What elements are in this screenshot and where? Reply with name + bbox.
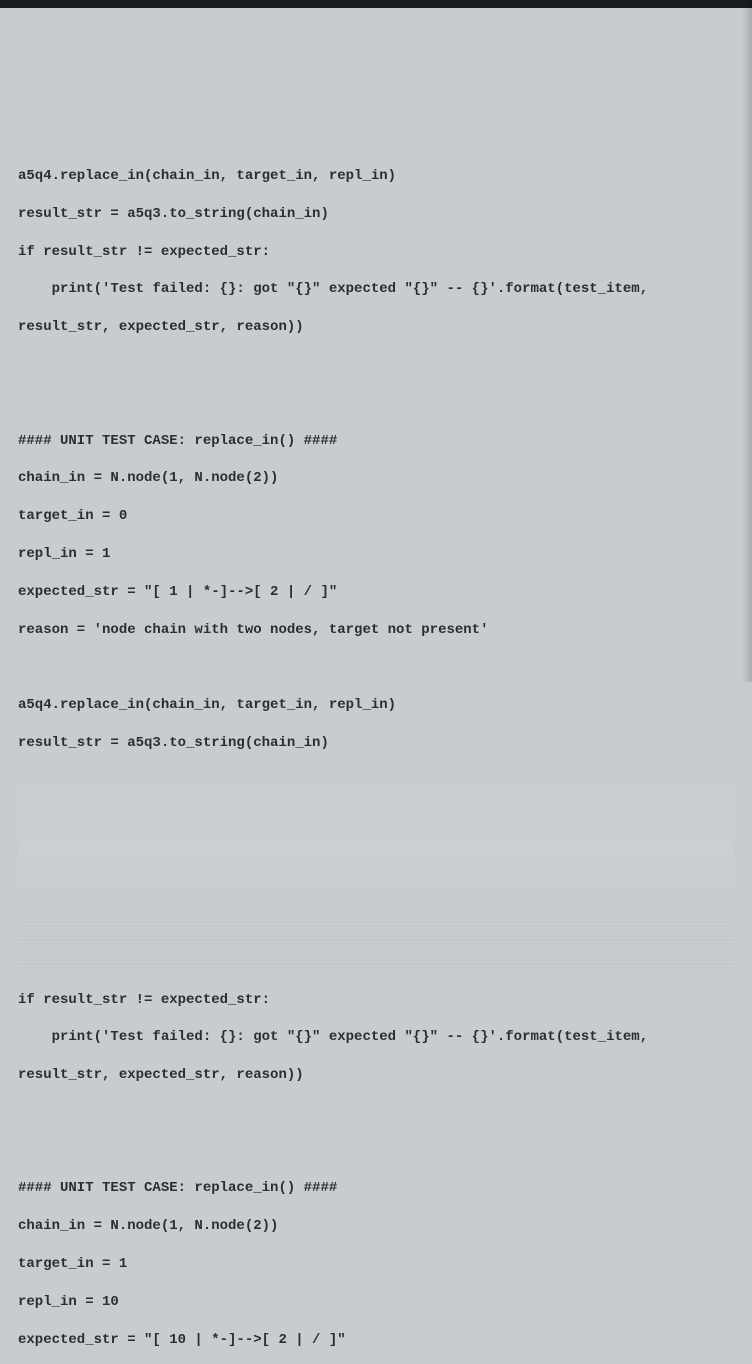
code-line: print('Test failed: {}: got "{}" expecte… <box>18 1028 734 1047</box>
code-line: if result_str != expected_str: <box>18 243 734 262</box>
code-line: result_str, expected_str, reason)) <box>18 1066 734 1085</box>
code-line: #### UNIT TEST CASE: replace_in() #### <box>18 432 734 451</box>
scroll-gap <box>18 772 734 972</box>
code-line: result_str, expected_str, reason)) <box>18 318 734 337</box>
code-line: repl_in = 10 <box>18 1293 734 1312</box>
code-line: chain_in = N.node(1, N.node(2)) <box>18 1217 734 1236</box>
code-line: repl_in = 1 <box>18 545 734 564</box>
code-line: expected_str = "[ 1 | *-]-->[ 2 | / ]" <box>18 583 734 602</box>
code-line: print('Test failed: {}: got "{}" expecte… <box>18 280 734 299</box>
code-line: expected_str = "[ 10 | *-]-->[ 2 | / ]" <box>18 1331 734 1350</box>
code-line: if result_str != expected_str: <box>18 991 734 1010</box>
code-line: reason = 'node chain with two nodes, tar… <box>18 621 734 640</box>
code-line: #### UNIT TEST CASE: replace_in() #### <box>18 1179 734 1198</box>
code-line: a5q4.replace_in(chain_in, target_in, rep… <box>18 167 734 186</box>
code-line: target_in = 0 <box>18 507 734 526</box>
code-line: result_str = a5q3.to_string(chain_in) <box>18 734 734 753</box>
code-line: target_in = 1 <box>18 1255 734 1274</box>
code-editor: a5q4.replace_in(chain_in, target_in, rep… <box>18 148 734 1364</box>
code-line: a5q4.replace_in(chain_in, target_in, rep… <box>18 696 734 715</box>
code-line: result_str = a5q3.to_string(chain_in) <box>18 205 734 224</box>
code-line: chain_in = N.node(1, N.node(2)) <box>18 469 734 488</box>
